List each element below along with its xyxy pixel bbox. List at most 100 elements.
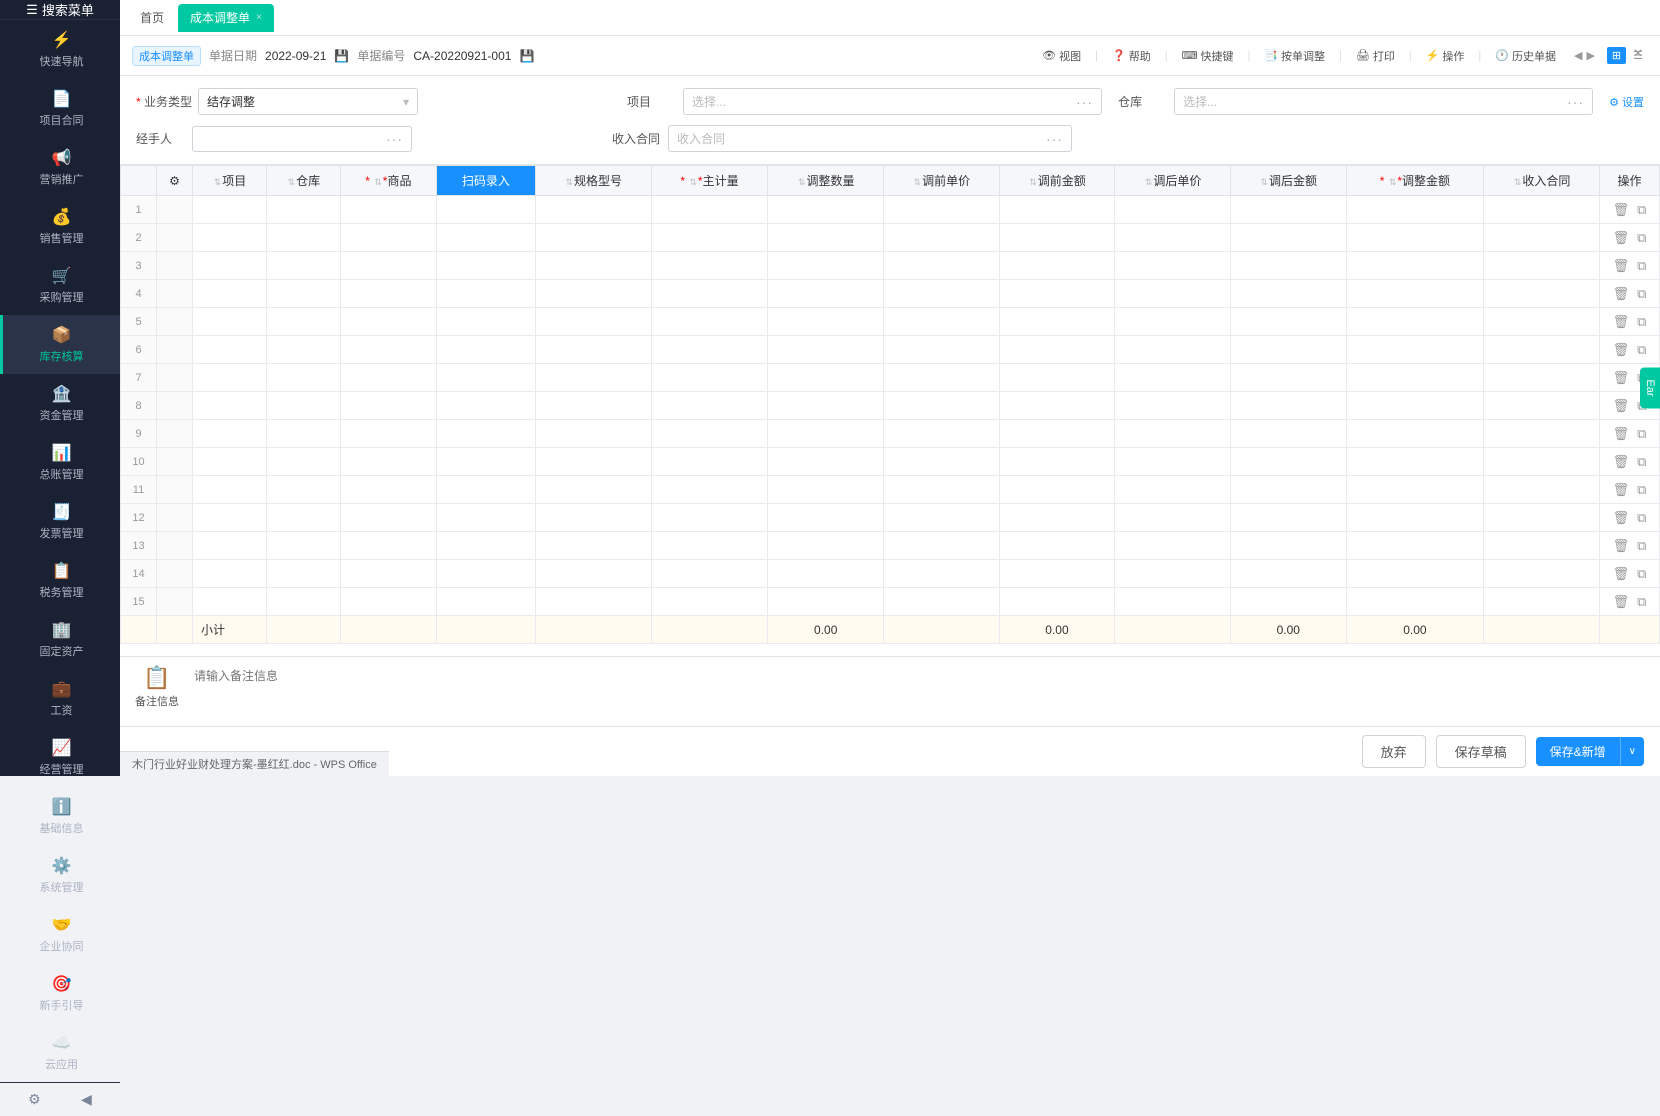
- cell-unit-9[interactable]: [651, 420, 768, 448]
- delete-icon-6[interactable]: 🗑: [1611, 340, 1632, 360]
- cell-before-amount-9[interactable]: [999, 420, 1115, 448]
- cell-before-price-12[interactable]: [884, 504, 1000, 532]
- cell-project-10[interactable]: [193, 448, 267, 476]
- cell-before-price-10[interactable]: [884, 448, 1000, 476]
- cell-spec-3[interactable]: [535, 252, 651, 280]
- cell-product-3[interactable]: [340, 252, 436, 280]
- cell-scan-5[interactable]: [436, 308, 535, 336]
- th-after-amount[interactable]: ⇅调后金额: [1230, 166, 1346, 196]
- cell-before-price-5[interactable]: [884, 308, 1000, 336]
- cell-product-13[interactable]: [340, 532, 436, 560]
- cell-spec-2[interactable]: [535, 224, 651, 252]
- copy-icon-5[interactable]: ⧉: [1635, 312, 1648, 332]
- cell-adjust-amount-3[interactable]: [1346, 252, 1484, 280]
- cell-warehouse-1[interactable]: [266, 196, 340, 224]
- cell-before-amount-8[interactable]: [999, 392, 1115, 420]
- prev-page-icon[interactable]: ◀: [1574, 49, 1582, 62]
- settings-button[interactable]: ⚙ 设置: [1609, 94, 1644, 110]
- cell-spec-5[interactable]: [535, 308, 651, 336]
- sort-product-icon[interactable]: ⇅: [374, 177, 382, 187]
- cell-before-price-15[interactable]: [884, 588, 1000, 616]
- save-new-main-label[interactable]: 保存&新增: [1536, 737, 1621, 766]
- cell-scan-1[interactable]: [436, 196, 535, 224]
- delete-icon-4[interactable]: 🗑: [1611, 284, 1632, 304]
- delete-icon-15[interactable]: 🗑: [1611, 592, 1632, 612]
- cell-spec-13[interactable]: [535, 532, 651, 560]
- cell-warehouse-8[interactable]: [266, 392, 340, 420]
- remark-input[interactable]: [194, 665, 1648, 687]
- tab-close-cost-adjust[interactable]: ×: [256, 12, 262, 23]
- cell-adjust-qty-5[interactable]: [768, 308, 884, 336]
- cell-unit-6[interactable]: [651, 336, 768, 364]
- cell-adjust-qty-2[interactable]: [768, 224, 884, 252]
- cell-warehouse-9[interactable]: [266, 420, 340, 448]
- copy-icon-6[interactable]: ⧉: [1635, 340, 1648, 360]
- th-before-price[interactable]: ⇅调前单价: [884, 166, 1000, 196]
- cell-adjust-qty-6[interactable]: [768, 336, 884, 364]
- cell-scan-9[interactable]: [436, 420, 535, 448]
- cell-after-amount-2[interactable]: [1230, 224, 1346, 252]
- warehouse-input[interactable]: 选择... ···: [1174, 88, 1593, 115]
- sidebar-item-ledger-mgmt[interactable]: 📊 总账管理: [0, 433, 120, 492]
- sort-project-icon[interactable]: ⇅: [214, 177, 222, 187]
- cell-after-amount-8[interactable]: [1230, 392, 1346, 420]
- cell-scan-11[interactable]: [436, 476, 535, 504]
- cell-warehouse-12[interactable]: [266, 504, 340, 532]
- cell-after-amount-9[interactable]: [1230, 420, 1346, 448]
- cell-action-11[interactable]: 🗑⧉: [1600, 476, 1660, 504]
- cell-after-amount-4[interactable]: [1230, 280, 1346, 308]
- th-after-price[interactable]: ⇅调后单价: [1115, 166, 1231, 196]
- cell-scan-6[interactable]: [436, 336, 535, 364]
- delete-icon-8[interactable]: 🗑: [1611, 396, 1632, 416]
- doc-close-button[interactable]: ×: [1628, 44, 1648, 64]
- cell-adjust-qty-7[interactable]: [768, 364, 884, 392]
- cell-before-amount-10[interactable]: [999, 448, 1115, 476]
- cell-after-amount-3[interactable]: [1230, 252, 1346, 280]
- sidebar-item-purchase-mgmt[interactable]: 🛒 采购管理: [0, 256, 120, 315]
- cell-scan-4[interactable]: [436, 280, 535, 308]
- cell-after-price-5[interactable]: [1115, 308, 1231, 336]
- save-draft-button[interactable]: 保存草稿: [1436, 735, 1526, 768]
- cell-adjust-qty-1[interactable]: [768, 196, 884, 224]
- save-new-button[interactable]: 保存&新增 ∨: [1536, 737, 1644, 766]
- sidebar-item-sales-promotion[interactable]: 📢 营销推广: [0, 138, 120, 197]
- cell-adjust-amount-9[interactable]: [1346, 420, 1484, 448]
- cell-project-15[interactable]: [193, 588, 267, 616]
- cell-spec-6[interactable]: [535, 336, 651, 364]
- cell-action-4[interactable]: 🗑⧉: [1600, 280, 1660, 308]
- cell-warehouse-3[interactable]: [266, 252, 340, 280]
- cell-product-8[interactable]: [340, 392, 436, 420]
- delete-icon-2[interactable]: 🗑: [1611, 228, 1632, 248]
- toolbar-operations[interactable]: ⚡ 操作: [1420, 46, 1471, 66]
- cell-adjust-amount-11[interactable]: [1346, 476, 1484, 504]
- th-spec[interactable]: ⇅规格型号: [535, 166, 651, 196]
- sidebar-logo[interactable]: ☰ 搜索菜单: [0, 0, 120, 20]
- cell-before-price-8[interactable]: [884, 392, 1000, 420]
- cell-income-contract-12[interactable]: [1484, 504, 1600, 532]
- sort-adjust-qty-icon[interactable]: ⇅: [798, 177, 806, 187]
- th-adjust-amount[interactable]: ⇅*调整金额: [1346, 166, 1484, 196]
- cell-spec-12[interactable]: [535, 504, 651, 532]
- sidebar-item-new-guide[interactable]: 🎯 新手引导: [0, 964, 120, 1023]
- cell-project-3[interactable]: [193, 252, 267, 280]
- cell-project-8[interactable]: [193, 392, 267, 420]
- cell-unit-1[interactable]: [651, 196, 768, 224]
- cell-action-6[interactable]: 🗑⧉: [1600, 336, 1660, 364]
- cell-income-contract-11[interactable]: [1484, 476, 1600, 504]
- cell-adjust-qty-12[interactable]: [768, 504, 884, 532]
- copy-icon-12[interactable]: ⧉: [1635, 508, 1648, 528]
- sort-after-price-icon[interactable]: ⇅: [1145, 177, 1153, 187]
- cell-adjust-amount-8[interactable]: [1346, 392, 1484, 420]
- cell-after-price-12[interactable]: [1115, 504, 1231, 532]
- cell-spec-15[interactable]: [535, 588, 651, 616]
- cell-scan-8[interactable]: [436, 392, 535, 420]
- th-adjust-qty[interactable]: ⇅调整数量: [768, 166, 884, 196]
- cell-adjust-qty-8[interactable]: [768, 392, 884, 420]
- copy-icon-11[interactable]: ⧉: [1635, 480, 1648, 500]
- copy-icon-9[interactable]: ⧉: [1635, 424, 1648, 444]
- cell-warehouse-5[interactable]: [266, 308, 340, 336]
- cell-warehouse-6[interactable]: [266, 336, 340, 364]
- cell-action-15[interactable]: 🗑⧉: [1600, 588, 1660, 616]
- cell-warehouse-14[interactable]: [266, 560, 340, 588]
- toolbar-print[interactable]: 🖨 打印: [1350, 46, 1401, 66]
